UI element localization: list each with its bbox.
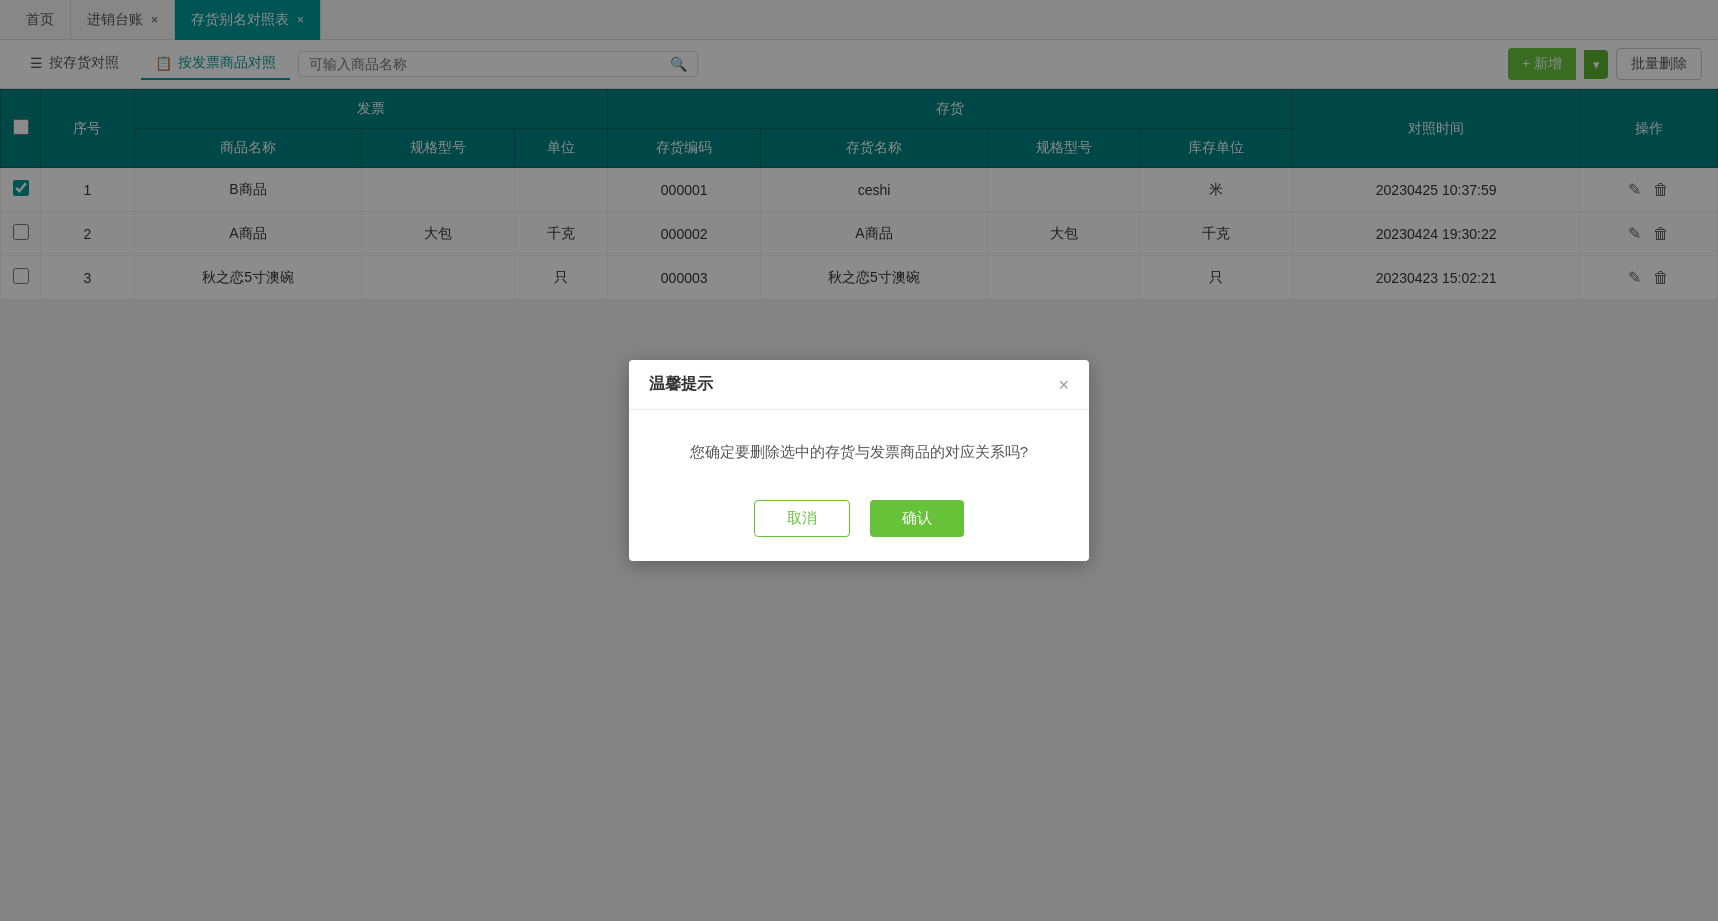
modal-overlay: 温馨提示 × 您确定要删除选中的存货与发票商品的对应关系吗? 取消 确认 <box>0 0 1718 300</box>
